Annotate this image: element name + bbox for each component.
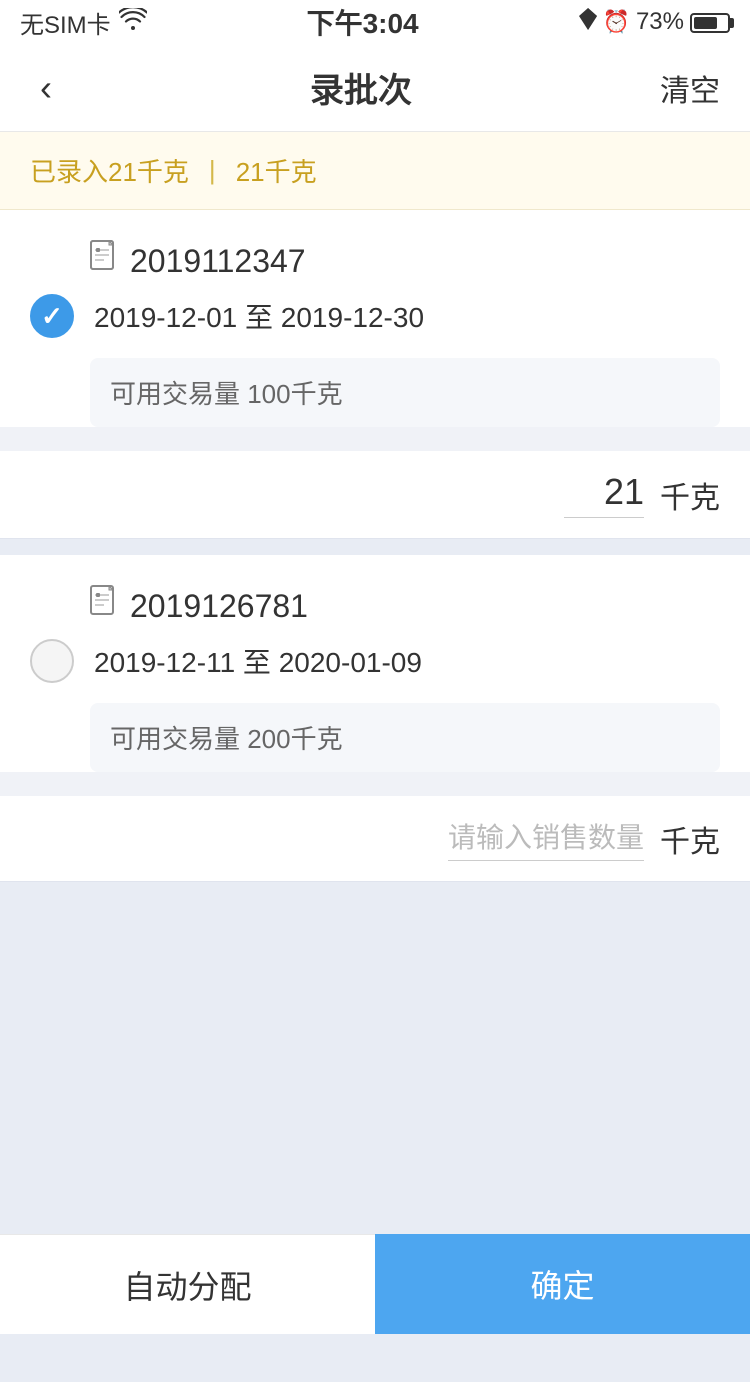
status-time: 下午3:04: [307, 2, 419, 42]
batch1-date: 2019-12-01 至 2019-12-30: [94, 296, 424, 336]
summary-value: 21千克: [236, 152, 317, 189]
batch1-card: 2019112347 2019-12-01 至 2019-12-30 可用交易量…: [0, 210, 750, 427]
auto-distribute-button[interactable]: 自动分配: [0, 1234, 375, 1334]
batch2-date-row[interactable]: 2019-12-11 至 2020-01-09: [30, 639, 720, 683]
batch2-card: 2019126781 2019-12-11 至 2020-01-09 可用交易量…: [0, 555, 750, 772]
battery-icon: [690, 8, 730, 36]
batch1-quantity-value[interactable]: 21: [564, 471, 644, 518]
status-right: ⏰ 73%: [579, 8, 730, 36]
batch2-radio[interactable]: [30, 639, 74, 683]
batch2-id: 2019126781: [130, 588, 308, 625]
batch2-input-row[interactable]: 请输入销售数量 千克: [0, 796, 750, 882]
alarm-icon: ⏰: [603, 9, 630, 35]
nav-bar: ‹ 录批次 清空: [0, 44, 750, 132]
wifi-icon: [119, 8, 147, 36]
batch2-available: 可用交易量 200千克: [90, 703, 720, 772]
batch2-header: 2019126781: [30, 585, 720, 627]
carrier-text: 无SIM卡: [20, 5, 111, 40]
clear-button[interactable]: 清空: [660, 66, 720, 110]
batch2-icon: [90, 585, 120, 627]
back-button[interactable]: ‹: [30, 57, 62, 119]
batch1-quantity-unit: 千克: [660, 473, 720, 517]
batch2-quantity-input[interactable]: 请输入销售数量: [448, 816, 644, 861]
confirm-button[interactable]: 确定: [375, 1234, 750, 1334]
status-bar: 无SIM卡 下午3:04 ⏰ 73%: [0, 0, 750, 44]
bottom-bar: 自动分配 确定: [0, 1234, 750, 1334]
status-left: 无SIM卡: [20, 5, 147, 40]
batch1-quantity-row: 21 千克: [0, 451, 750, 539]
summary-divider: |: [209, 155, 216, 186]
batch2-date: 2019-12-11 至 2020-01-09: [94, 641, 422, 681]
batch1-header: 2019112347: [30, 240, 720, 282]
summary-recorded: 已录入21千克: [30, 152, 189, 189]
batch1-id: 2019112347: [130, 243, 306, 280]
batch2-quantity-unit: 千克: [660, 817, 720, 861]
nav-title: 录批次: [310, 63, 412, 112]
batch1-radio[interactable]: [30, 294, 74, 338]
batch1-icon: [90, 240, 120, 282]
battery-percent: 73%: [636, 8, 684, 36]
location-icon: [579, 8, 597, 36]
batch1-date-row[interactable]: 2019-12-01 至 2019-12-30: [30, 294, 720, 338]
summary-banner: 已录入21千克 | 21千克: [0, 132, 750, 210]
batch1-available: 可用交易量 100千克: [90, 358, 720, 427]
section-divider: [0, 539, 750, 555]
batch2-input-placeholder: 请输入销售数量: [448, 822, 644, 853]
